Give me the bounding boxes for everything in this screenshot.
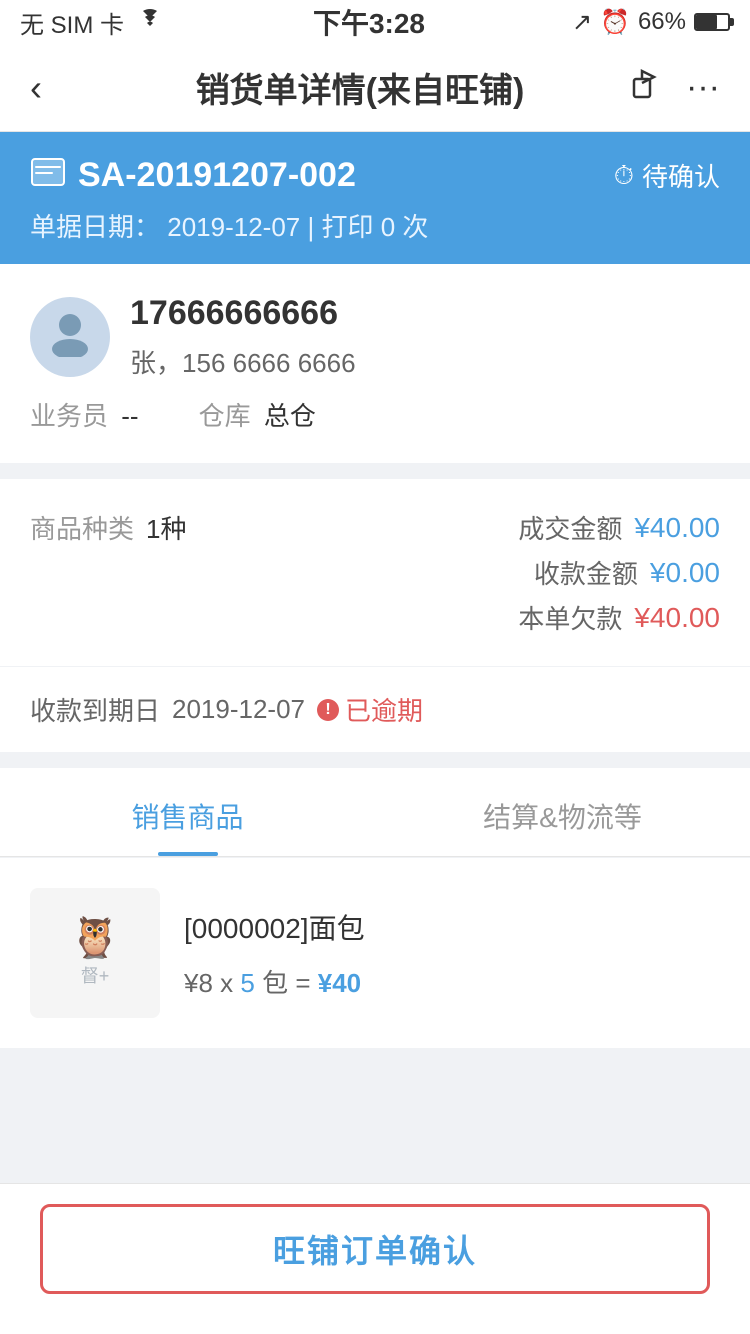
due-date-row: 收款到期日 2019-12-07 ! 已逾期 [30,691,720,728]
product-price-row: ¥8 x 5 包 = ¥40 [184,963,720,1000]
customer-meta: 业务员 -- 仓库 总仓 [30,396,720,433]
unit-price: ¥8 [184,968,213,998]
print-separator: | 打印 [307,212,380,242]
order-date: 2019-12-07 [167,212,300,242]
status-clock-icon: ⏱ [614,160,634,192]
received-amount-row: 收款金额 ¥0.00 [534,554,720,591]
customer-info: 17666666666 张，156 6666 6666 [130,294,356,380]
product-image: 🦉 督+ [30,888,160,1018]
product-list: 🦉 督+ [0000002]面包 ¥8 x 5 包 = ¥40 [0,858,750,1048]
tab-products[interactable]: 销售商品 [0,768,375,856]
equals-sign: = [295,968,317,998]
confirm-order-button[interactable]: 旺铺订单确认 [40,1204,710,1294]
customer-name: 张，156 6666 6666 [130,343,356,380]
product-name: [0000002]面包 [184,907,720,947]
avatar-icon [45,307,95,368]
order-id: SA-20191207-002 [30,156,356,195]
order-date-row: 单据日期： 2019-12-07 | 打印 0 次 [30,207,720,244]
location-icon: ↗ [572,8,592,37]
share-icon[interactable] [630,65,666,110]
tabs: 销售商品 结算&物流等 [0,768,750,857]
product-logo-icon: 🦉 [70,918,120,958]
overdue-dot-icon: ! [317,699,339,721]
warehouse-meta: 仓库 总仓 [199,396,316,433]
wifi-icon [134,8,166,37]
deal-amount-row: 成交金额 ¥40.00 [518,509,720,546]
divider-2 [0,752,750,768]
print-unit: 次 [402,212,428,242]
due-label: 收款到期日 [30,691,160,728]
deal-amount: ¥40.00 [634,512,720,544]
overdue-badge: ! 已逾期 [317,691,423,728]
nav-bar: ‹ 销货单详情(来自旺铺) ··· [0,44,750,132]
sales-meta: 业务员 -- [30,396,139,433]
product-total: ¥40 [318,968,361,998]
order-status: ⏱ 待确认 [614,157,720,194]
status-bar: 无 SIM 卡 下午3:28 ↗ ⏰ 66% [0,0,750,44]
due-date: 2019-12-07 [172,694,305,725]
battery-percent: 66% [638,8,686,36]
print-count: 0 [381,212,395,242]
due-date-card: 收款到期日 2019-12-07 ! 已逾期 [0,666,750,752]
amount-summary: 成交金额 ¥40.00 收款金额 ¥0.00 本单欠款 ¥40.00 [375,509,720,636]
back-button[interactable]: ‹ [30,67,90,109]
nav-actions: ··· [630,65,720,110]
date-label: 单据日期： [30,212,160,242]
received-amount: ¥0.00 [650,557,720,589]
product-logo-sub: 督+ [70,962,120,988]
product-type: 商品种类 1种 [30,509,375,546]
bottom-action: 旺铺订单确认 [0,1183,750,1334]
product-info: [0000002]面包 ¥8 x 5 包 = ¥40 [184,907,720,1000]
tab-settlement[interactable]: 结算&物流等 [375,768,750,856]
quantity: 5 [240,968,254,998]
summary-card: 商品种类 1种 成交金额 ¥40.00 收款金额 ¥0.00 本单欠款 ¥40.… [0,479,750,666]
more-icon[interactable]: ··· [686,68,720,107]
order-header: SA-20191207-002 ⏱ 待确认 单据日期： 2019-12-07 |… [0,132,750,264]
status-right: ↗ ⏰ 66% [572,8,730,37]
table-row: 🦉 督+ [0000002]面包 ¥8 x 5 包 = ¥40 [0,858,750,1048]
owe-amount-row: 本单欠款 ¥40.00 [518,599,720,636]
customer-phone: 17666666666 [130,294,356,333]
overdue-label: 已逾期 [345,691,423,728]
avatar [30,297,110,377]
divider-1 [0,463,750,479]
carrier-label: 无 SIM 卡 [20,5,124,40]
status-left: 无 SIM 卡 [20,5,166,40]
owe-amount: ¥40.00 [634,602,720,634]
battery-icon [694,13,730,31]
order-icon [30,157,66,195]
multiply-sign: x [220,968,240,998]
page-title: 销货单详情(来自旺铺) [196,63,525,112]
customer-card: 17666666666 张，156 6666 6666 业务员 -- 仓库 总仓 [0,264,750,463]
status-time: 下午3:28 [313,2,425,42]
alarm-icon: ⏰ [600,8,630,37]
